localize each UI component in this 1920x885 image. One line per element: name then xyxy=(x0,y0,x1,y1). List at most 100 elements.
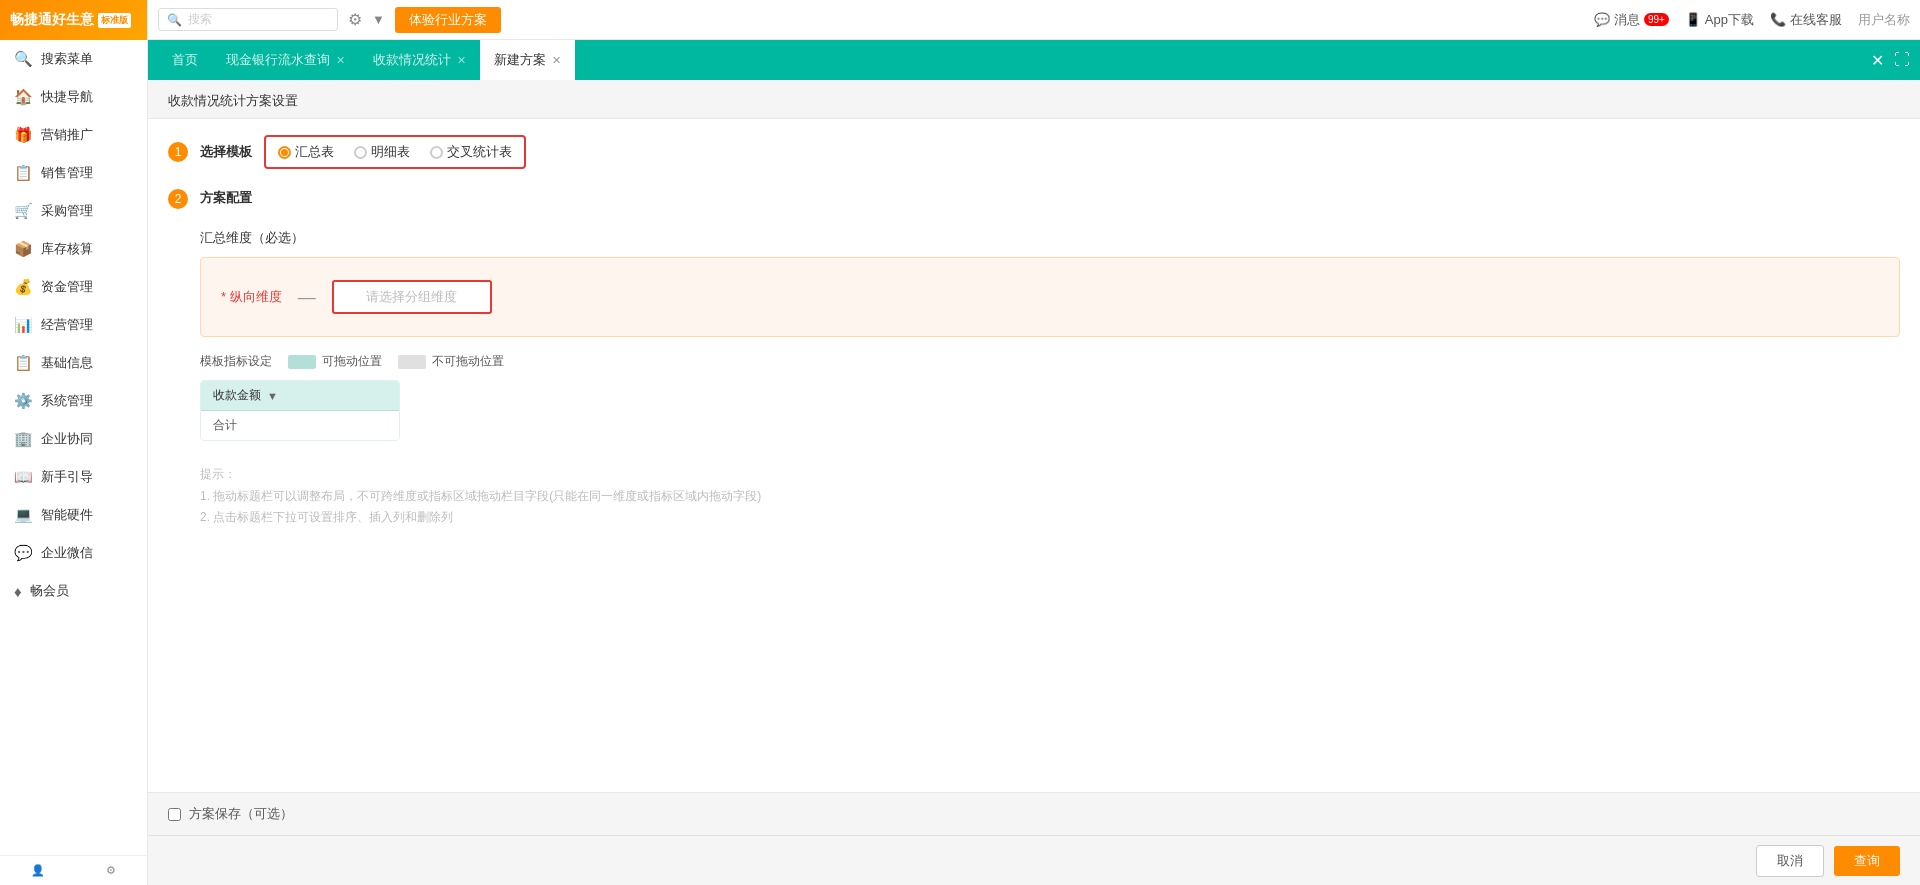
step1-label: 选择模板 xyxy=(200,143,252,161)
notifications-label: 消息 xyxy=(1614,11,1640,29)
indicator-body: 合计 xyxy=(201,411,399,440)
radio-cross-label: 交叉统计表 xyxy=(447,143,512,161)
step2-label: 方案配置 xyxy=(200,189,252,207)
sidebar: 畅捷通好生意 标准版 🔍 搜索菜单 🏠 快捷导航 🎁 营销推广 📋 销售管理 🛒… xyxy=(0,0,148,885)
online-service-btn[interactable]: 📞 在线客服 xyxy=(1770,11,1842,29)
service-icon: 📞 xyxy=(1770,12,1786,27)
app-download-btn[interactable]: 📱 App下载 xyxy=(1685,11,1754,29)
search-icon: 🔍 xyxy=(167,13,182,27)
tab-bank-flow[interactable]: 现金银行流水查询 ✕ xyxy=(212,40,359,80)
sidebar-item-wechat[interactable]: 💬 企业微信 xyxy=(0,534,147,572)
notifications-btn[interactable]: 💬 消息 99+ xyxy=(1594,11,1669,29)
industry-btn[interactable]: 体验行业方案 xyxy=(395,7,501,33)
radio-summary-dot xyxy=(278,146,291,159)
money-icon: 💰 xyxy=(14,278,33,296)
tab-bank-flow-label: 现金银行流水查询 xyxy=(226,51,330,69)
sidebar-item-guide[interactable]: 📖 新手引导 xyxy=(0,458,147,496)
sidebar-item-basic-info[interactable]: 📋 基础信息 xyxy=(0,344,147,382)
sidebar-item-sales[interactable]: 📋 销售管理 xyxy=(0,154,147,192)
step2-content: 汇总维度（必选） * 纵向维度 — 请选择分组维度 模板指标设定 xyxy=(200,229,1900,529)
info-icon: 📋 xyxy=(14,354,33,372)
cart-icon: 🛒 xyxy=(14,202,33,220)
step1-row: 1 选择模板 汇总表 明细表 交叉统计表 xyxy=(168,135,1900,169)
search-box[interactable]: 🔍 搜索 xyxy=(158,8,338,31)
query-button[interactable]: 查询 xyxy=(1834,846,1900,876)
user-icon: 👤 xyxy=(31,864,45,877)
topbar: 🔍 搜索 ⚙ ▼ 体验行业方案 💬 消息 99+ 📱 App下载 📞 在线客服 … xyxy=(148,0,1920,40)
sidebar-item-label: 搜索菜单 xyxy=(41,50,93,68)
indicator-legend: 模板指标设定 可拖动位置 不可拖动位置 xyxy=(200,353,1900,370)
radio-cross[interactable]: 交叉统计表 xyxy=(430,143,512,161)
radio-detail-label: 明细表 xyxy=(371,143,410,161)
app-logo: 畅捷通好生意 标准版 xyxy=(0,0,147,40)
gear-settings-icon[interactable]: ⚙ xyxy=(348,10,362,29)
sidebar-item-label: 经营管理 xyxy=(41,316,93,334)
legend-draggable: 可拖动位置 xyxy=(288,353,382,370)
settings-icon: ⚙ xyxy=(106,864,116,877)
content-area: 收款情况统计方案设置 1 选择模板 汇总表 明细表 xyxy=(148,80,1920,835)
box-icon: 📦 xyxy=(14,240,33,258)
save-section: 方案保存（可选） xyxy=(148,792,1920,835)
save-label: 方案保存（可选） xyxy=(189,805,293,823)
sidebar-bottom: 👤 ⚙ xyxy=(0,855,147,885)
topbar-right: 💬 消息 99+ 📱 App下载 📞 在线客服 用户名称 xyxy=(1594,11,1910,29)
indicator-header[interactable]: 收款金额 ▼ xyxy=(201,381,399,411)
radio-summary[interactable]: 汇总表 xyxy=(278,143,334,161)
gear-icon: ⚙️ xyxy=(14,392,33,410)
search-icon: 🔍 xyxy=(14,50,33,68)
tab-receipts-stat-close-icon[interactable]: ✕ xyxy=(457,54,466,67)
save-checkbox[interactable] xyxy=(168,808,181,821)
sidebar-item-smart-hw[interactable]: 💻 智能硬件 xyxy=(0,496,147,534)
sidebar-item-label: 基础信息 xyxy=(41,354,93,372)
tab-home[interactable]: 首页 xyxy=(158,40,212,80)
sidebar-item-label: 销售管理 xyxy=(41,164,93,182)
tab-receipts-stat[interactable]: 收款情况统计 ✕ xyxy=(359,40,480,80)
sidebar-item-marketing[interactable]: 🎁 营销推广 xyxy=(0,116,147,154)
sidebar-item-purchase[interactable]: 🛒 采购管理 xyxy=(0,192,147,230)
sidebar-item-operation[interactable]: 📊 经营管理 xyxy=(0,306,147,344)
tips-section: 提示： 1. 拖动标题栏可以调整布局，不可跨维度或指标区域拖动栏目字段(只能在同… xyxy=(200,464,1900,529)
sidebar-item-label: 畅会员 xyxy=(30,582,69,600)
sidebar-item-label: 采购管理 xyxy=(41,202,93,220)
dimension-area: * 纵向维度 — 请选择分组维度 xyxy=(200,257,1900,337)
template-radio-group: 汇总表 明细表 交叉统计表 xyxy=(264,135,526,169)
guide-icon: 📖 xyxy=(14,468,33,486)
service-label: 在线客服 xyxy=(1790,11,1842,29)
tab-new-plan[interactable]: 新建方案 ✕ xyxy=(480,40,575,80)
sidebar-item-member[interactable]: ♦ 畅会员 xyxy=(0,572,147,610)
group-dimension-select[interactable]: 请选择分组维度 xyxy=(332,280,492,314)
radio-cross-dot xyxy=(430,146,443,159)
sidebar-item-inventory[interactable]: 📦 库存核算 xyxy=(0,230,147,268)
maximize-icon[interactable]: ⛶ xyxy=(1894,51,1910,69)
footer-bar: 取消 查询 xyxy=(148,835,1920,885)
radio-detail-dot xyxy=(354,146,367,159)
tab-new-plan-close-icon[interactable]: ✕ xyxy=(552,54,561,67)
radio-detail[interactable]: 明细表 xyxy=(354,143,410,161)
close-window-icon[interactable]: ✕ xyxy=(1871,51,1884,70)
sidebar-item-label: 新手引导 xyxy=(41,468,93,486)
sidebar-item-label: 系统管理 xyxy=(41,392,93,410)
logo-badge: 标准版 xyxy=(98,13,131,28)
sidebar-bottom-settings[interactable]: ⚙ xyxy=(106,864,116,877)
sidebar-item-enterprise[interactable]: 🏢 企业协同 xyxy=(0,420,147,458)
form-section: 1 选择模板 汇总表 明细表 交叉统计表 xyxy=(148,119,1920,792)
home-icon: 🏠 xyxy=(14,88,33,106)
sidebar-item-capital[interactable]: 💰 资金管理 xyxy=(0,268,147,306)
search-placeholder: 搜索 xyxy=(188,11,212,28)
tab-new-plan-label: 新建方案 xyxy=(494,51,546,69)
download-label: App下载 xyxy=(1705,11,1754,29)
cancel-button[interactable]: 取消 xyxy=(1756,845,1824,877)
enterprise-icon: 🏢 xyxy=(14,430,33,448)
tabbar-actions: ✕ ⛶ xyxy=(1861,51,1920,70)
tab-bank-flow-close-icon[interactable]: ✕ xyxy=(336,54,345,67)
dropdown-arrow-icon[interactable]: ▼ xyxy=(372,12,385,27)
tip1-text: 1. 拖动标题栏可以调整布局，不可跨维度或指标区域拖动栏目字段(只能在同一维度或… xyxy=(200,486,1900,508)
sidebar-item-label: 企业微信 xyxy=(41,544,93,562)
tabbar: 首页 现金银行流水查询 ✕ 收款情况统计 ✕ 新建方案 ✕ ✕ ⛶ xyxy=(148,40,1920,80)
sidebar-item-search-menu[interactable]: 🔍 搜索菜单 xyxy=(0,40,147,78)
sidebar-item-quick-nav[interactable]: 🏠 快捷导航 xyxy=(0,78,147,116)
sidebar-bottom-user[interactable]: 👤 xyxy=(31,864,45,877)
sidebar-item-label: 资金管理 xyxy=(41,278,93,296)
sidebar-item-system[interactable]: ⚙️ 系统管理 xyxy=(0,382,147,420)
tab-home-label: 首页 xyxy=(172,51,198,69)
